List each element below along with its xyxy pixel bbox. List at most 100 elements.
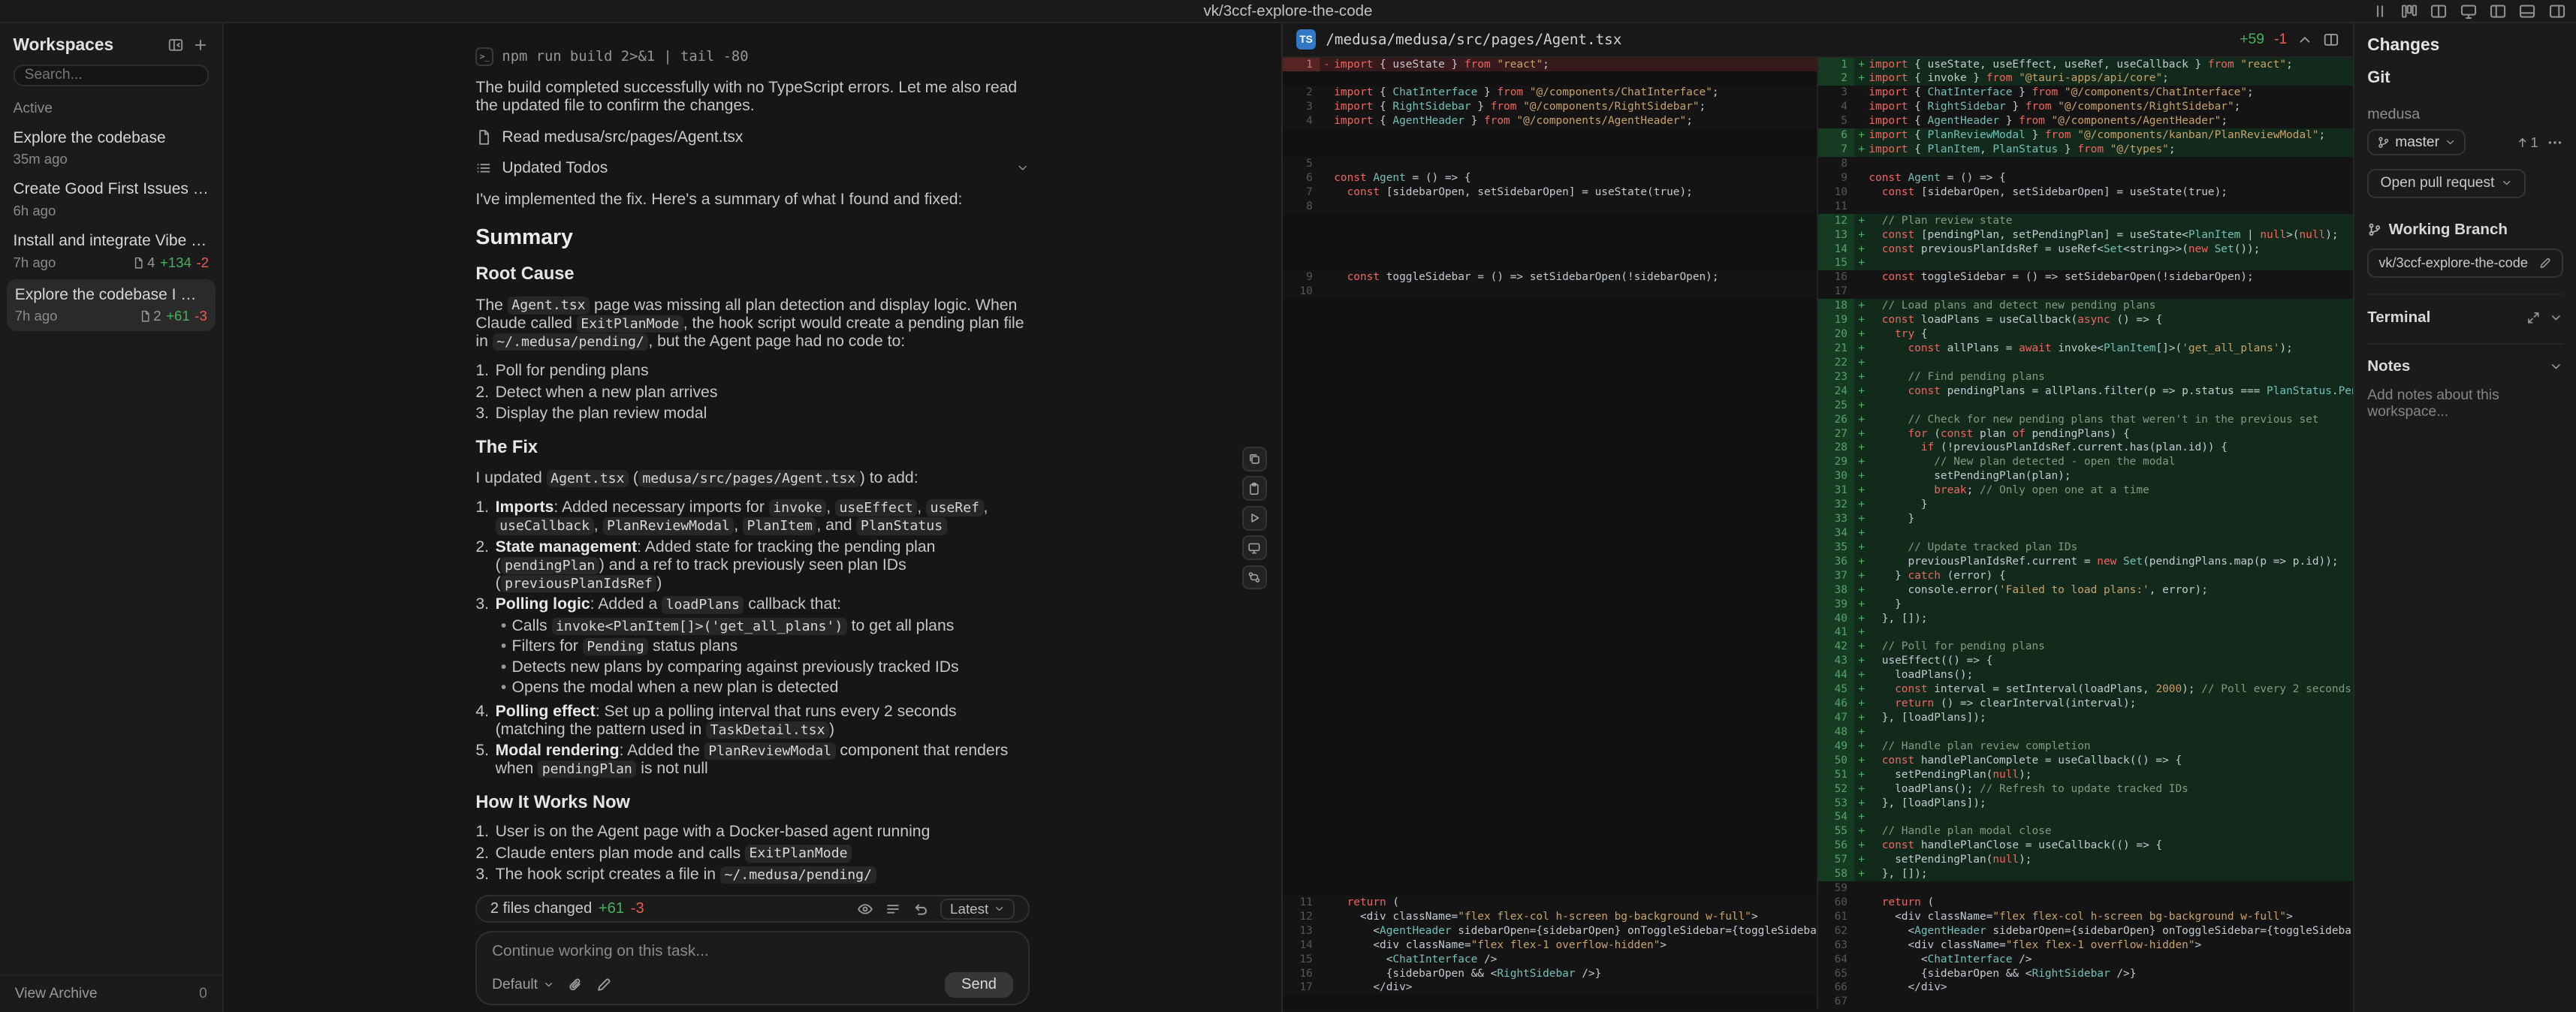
line-number: [1283, 413, 1319, 427]
notes-section[interactable]: Notes: [2367, 343, 2562, 376]
diff-new-side: 24+ const pendingPlans = allPlans.filter…: [1818, 384, 2353, 399]
panel-right-icon[interactable]: [2548, 2, 2566, 20]
code-line: const toggleSidebar = () => setSidebarOp…: [1334, 270, 1718, 285]
workspace-item[interactable]: Create Good First Issues on Github So ..…: [0, 174, 222, 226]
change-marker: [1320, 625, 1335, 640]
clipboard-icon[interactable]: [1242, 476, 1267, 501]
diff-old-side: [1283, 512, 1817, 526]
list-item-text: Polling effect: Set up a polling interva…: [496, 703, 1030, 739]
diff-new-side: 11: [1818, 200, 2353, 214]
line-number: [1283, 839, 1319, 853]
terminal-section[interactable]: Terminal: [2367, 294, 2562, 327]
diff-row: 47+ }, [loadPlans]);: [1283, 711, 2352, 725]
undo-icon[interactable]: [912, 901, 929, 917]
code-line: // Check for new pending plans that were…: [1869, 413, 2318, 427]
diff-old-side: [1283, 384, 1817, 399]
diff-list-icon[interactable]: [885, 901, 901, 917]
change-marker: [1320, 384, 1335, 399]
message-composer[interactable]: Continue working on this task... Default…: [475, 931, 1029, 1005]
diff-old-side: 9 const toggleSidebar = () => setSidebar…: [1283, 270, 1817, 285]
files-count-value: 2: [153, 308, 161, 324]
line-number: 6: [1283, 171, 1319, 185]
branch-selector[interactable]: master: [2367, 129, 2466, 155]
line-number: [1283, 640, 1319, 654]
diff-new-side: 13+ const [pendingPlan, setPendingPlan] …: [1818, 228, 2353, 242]
pause-icon[interactable]: [2371, 2, 2389, 20]
code-line: <AgentHeader sidebarOpen={sidebarOpen} o…: [1869, 924, 2352, 938]
workspace-meta: 7h ago4+134-2: [14, 255, 210, 271]
chevron-down-icon[interactable]: [2549, 360, 2563, 374]
diff-old-side: [1283, 598, 1817, 612]
send-button[interactable]: Send: [945, 972, 1013, 998]
diff-view[interactable]: 1-import { useState } from "react";1+imp…: [1283, 58, 2352, 1012]
line-number: 46: [1818, 697, 1854, 711]
working-branch-field[interactable]: vk/3ccf-explore-the-code: [2367, 248, 2562, 277]
change-marker: [1854, 980, 1869, 995]
workspace-item[interactable]: Install and integrate Vibe Kanban Web...…: [0, 226, 222, 278]
play-icon[interactable]: [1242, 506, 1267, 531]
search-input[interactable]: [14, 65, 210, 86]
change-marker: [1854, 171, 1869, 185]
line-number: 18: [1818, 299, 1854, 313]
panel-bottom-icon[interactable]: [2518, 2, 2536, 20]
expand-icon[interactable]: [2526, 311, 2541, 325]
workspace-item[interactable]: Explore the codebase35m ago: [0, 122, 222, 174]
list-item: 2.Detect when a new plan arrives: [475, 384, 1029, 402]
diff-old-side: 1-import { useState } from "react";: [1283, 58, 1817, 72]
change-marker: +: [1854, 427, 1869, 441]
columns-icon[interactable]: [2323, 32, 2339, 48]
kanban-icon[interactable]: [2400, 2, 2418, 20]
pencil-icon[interactable]: [2538, 257, 2552, 270]
panel-left-icon[interactable]: [2489, 2, 2507, 20]
chevron-up-icon[interactable]: [2297, 32, 2313, 48]
code-line: import { PlanReviewModal } from "@/compo…: [1869, 128, 2325, 143]
diff-old-side: 15 <ChatInterface />: [1283, 953, 1817, 967]
tool-call[interactable]: Updated Todos: [475, 159, 1029, 177]
monitor-icon[interactable]: [2460, 2, 2478, 20]
terminal-command[interactable]: >_npm run build 2>&1 | tail -80: [475, 47, 1029, 65]
line-number: [1283, 469, 1319, 483]
code-line: const [sidebarOpen, setSidebarOpen] = us…: [1869, 185, 2228, 200]
eye-icon[interactable]: [857, 901, 873, 917]
list-item-text: User is on the Agent page with a Docker-…: [496, 823, 1030, 841]
additions-count: +134: [160, 255, 192, 271]
code-line: import { useState, useEffect, useRef, us…: [1869, 58, 2292, 72]
code-line: // Handle plan modal close: [1869, 824, 2051, 839]
monitor-icon[interactable]: [1242, 535, 1267, 560]
line-number: 65: [1818, 967, 1854, 981]
notes-placeholder[interactable]: Add notes about this workspace...: [2367, 387, 2562, 420]
copy-icon[interactable]: [1242, 447, 1267, 471]
workspace-item[interactable]: Explore the codebase I want you to ex...…: [7, 279, 216, 331]
line-number: 31: [1818, 483, 1854, 498]
more-actions-button[interactable]: [2547, 134, 2563, 151]
change-marker: [1320, 967, 1335, 981]
model-dropdown[interactable]: Default: [492, 977, 554, 993]
plus-icon[interactable]: [192, 37, 209, 53]
files-changed-bar[interactable]: 2 files changed +61 -3 Latest: [475, 895, 1029, 923]
composer-input[interactable]: Continue working on this task...: [492, 942, 1013, 960]
columns-icon[interactable]: [2430, 2, 2448, 20]
diff-new-side: 49+ // Handle plan review completion: [1818, 739, 2353, 754]
change-marker: +: [1854, 128, 1869, 143]
paperclip-icon[interactable]: [567, 977, 584, 993]
version-dropdown[interactable]: Latest: [940, 899, 1015, 920]
diff-new-side: 38+ console.error('Failed to load plans:…: [1818, 583, 2353, 598]
diff-new-side: 39+ }: [1818, 598, 2353, 612]
change-marker: +: [1854, 512, 1869, 526]
open-pr-button[interactable]: Open pull request: [2367, 169, 2526, 198]
change-marker: [1320, 953, 1335, 967]
diff-row: 32+ }: [1283, 498, 2352, 512]
list-number: 1.: [475, 498, 495, 535]
chat-heading: How It Works Now: [475, 793, 1029, 813]
tool-call[interactable]: Read medusa/src/pages/Agent.tsx: [475, 128, 1029, 146]
pencil-icon[interactable]: [596, 977, 612, 993]
chevron-down-icon[interactable]: [2549, 311, 2563, 325]
change-marker: [1854, 200, 1869, 214]
code-line: setPendingPlan(null);: [1869, 853, 2032, 867]
panel-collapse-icon[interactable]: [167, 37, 184, 53]
line-number: 40: [1818, 612, 1854, 626]
change-marker: [1320, 782, 1335, 797]
list-number: 2.: [475, 538, 495, 592]
view-archive-button[interactable]: View Archive 0: [0, 974, 222, 1012]
compare-icon[interactable]: [1242, 565, 1267, 590]
